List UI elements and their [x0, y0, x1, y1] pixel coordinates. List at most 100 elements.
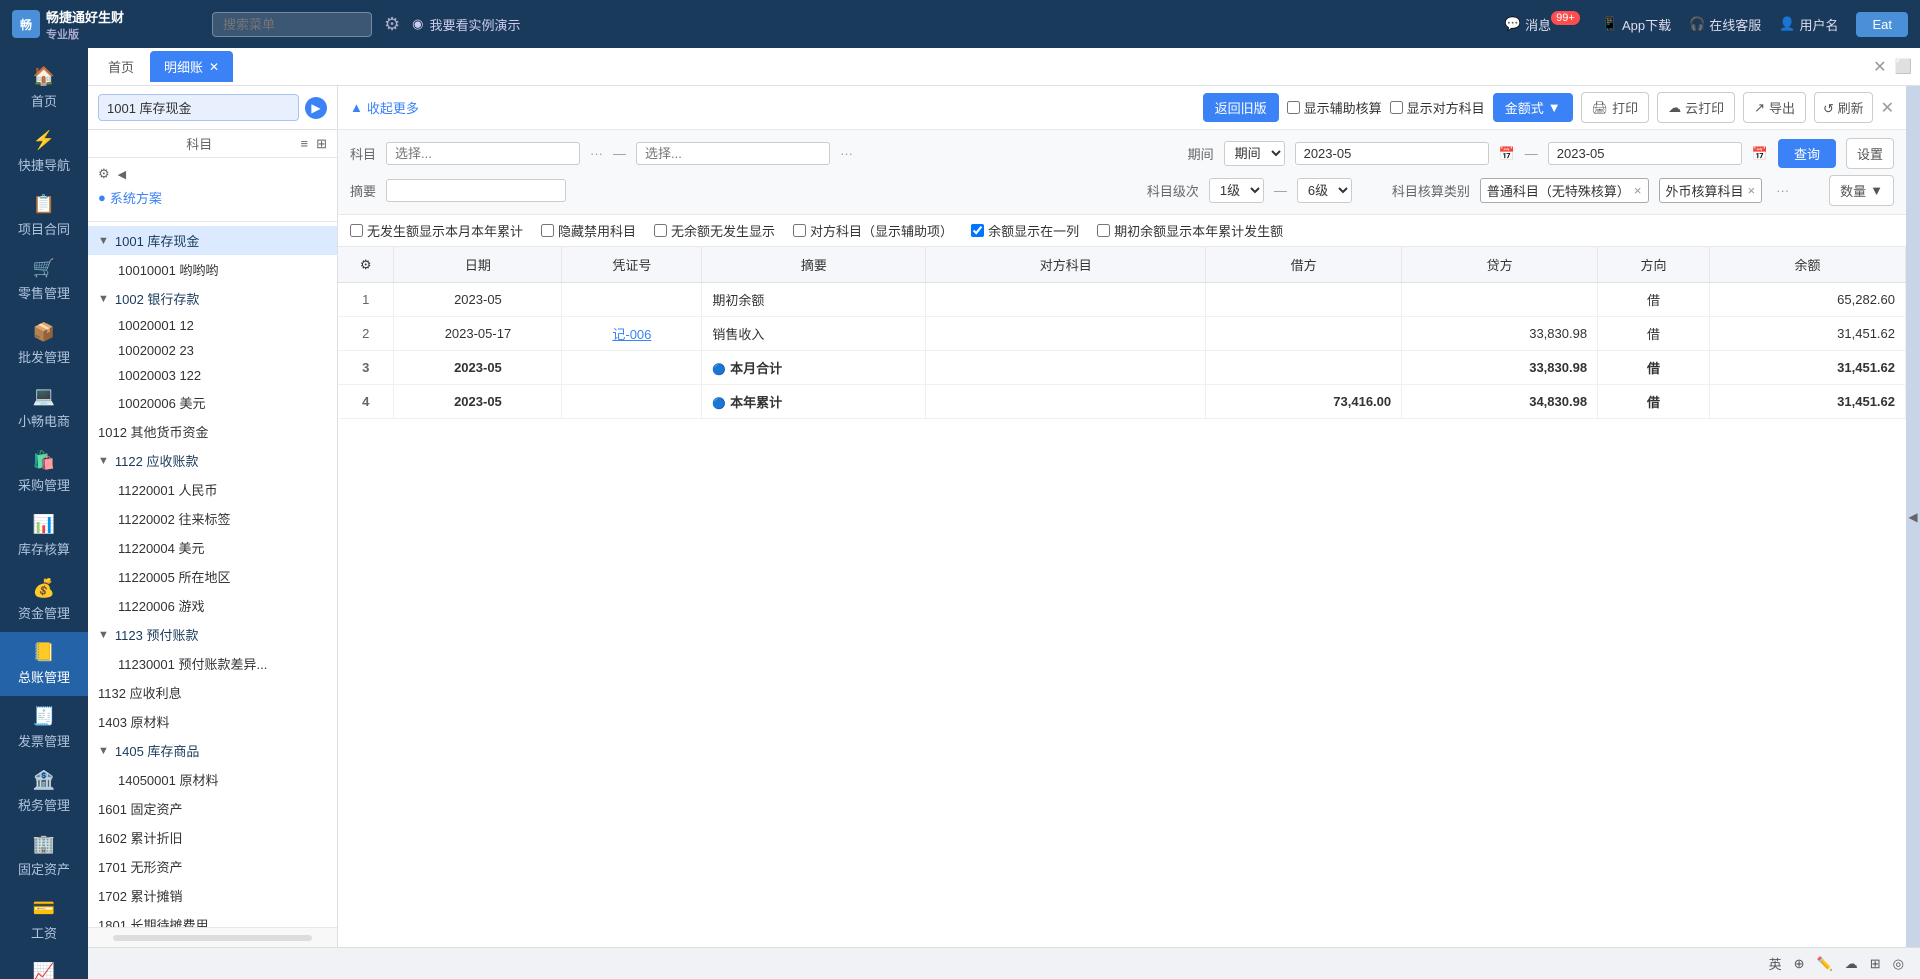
- sidebar-item-wholesale[interactable]: 📦 批发管理: [0, 312, 88, 376]
- cb-balance-one-col-input[interactable]: [971, 224, 984, 237]
- tree-item-14050001[interactable]: 14050001 原材料: [88, 765, 337, 794]
- sidebar-item-operation[interactable]: 📈 经营管理: [0, 952, 88, 979]
- collapse-icon[interactable]: ◀: [118, 168, 126, 181]
- expand-more-button[interactable]: ▲ 收起更多: [350, 98, 419, 117]
- sidebar-item-ledger[interactable]: 📒 总账管理: [0, 632, 88, 696]
- refresh-button[interactable]: ↺ 刷新: [1814, 92, 1873, 123]
- subject-more-icon-2[interactable]: ···: [840, 146, 853, 161]
- tree-item-1123[interactable]: ▼ 1123 预付账款: [88, 620, 337, 649]
- tree-item-1122[interactable]: ▼ 1122 应收账款: [88, 446, 337, 475]
- cb-balance-one-col[interactable]: 余额显示在一列: [971, 221, 1079, 240]
- cloud-print-button[interactable]: ☁ 云打印: [1657, 92, 1735, 123]
- cb-hide-disabled[interactable]: 隐藏禁用科目: [541, 221, 636, 240]
- level-from-select[interactable]: 1级: [1209, 178, 1264, 203]
- settings-icon[interactable]: ⚙: [384, 14, 400, 35]
- sidebar-item-finance[interactable]: 💰 资金管理: [0, 568, 88, 632]
- tree-item-11220005[interactable]: 11220005 所在地区: [88, 562, 337, 591]
- sidebar-item-purchase[interactable]: 🛍️ 采购管理: [0, 440, 88, 504]
- period-end-input[interactable]: [1548, 142, 1742, 165]
- tree-item-1801[interactable]: 1801 长期待摊费用: [88, 910, 337, 927]
- summary-filter-input[interactable]: [386, 179, 566, 202]
- tree-item-1403[interactable]: 1403 原材料: [88, 707, 337, 736]
- category-tag-foreign-close[interactable]: ×: [1748, 183, 1756, 198]
- subject-more-icon[interactable]: ···: [590, 146, 603, 161]
- app-download-item[interactable]: 📱 App下载: [1602, 15, 1671, 34]
- calendar-end-icon[interactable]: 📅: [1752, 146, 1768, 162]
- print-button[interactable]: 🖨 打印: [1581, 92, 1650, 123]
- cb-no-balance-input[interactable]: [654, 224, 667, 237]
- show-opposite-input[interactable]: [1390, 101, 1403, 114]
- tree-list-icon[interactable]: ≡: [300, 136, 308, 152]
- export-button[interactable]: ↗ 导出: [1743, 92, 1806, 123]
- bottom-circle[interactable]: ◎: [1893, 956, 1904, 972]
- cb-no-balance[interactable]: 无余额无发生显示: [654, 221, 775, 240]
- show-aux-checkbox[interactable]: 显示辅助核算: [1287, 98, 1382, 117]
- selected-account-display[interactable]: 1001 库存现金: [98, 94, 299, 121]
- tab-detail-ledger[interactable]: 明细账 ✕: [150, 51, 233, 82]
- tree-item-1002[interactable]: ▼ 1002 银行存款: [88, 284, 337, 313]
- tree-item-1012[interactable]: 1012 其他货币资金: [88, 417, 337, 446]
- back-old-version-button[interactable]: 返回旧版: [1203, 93, 1279, 122]
- sidebar-item-project[interactable]: 📋 项目合同: [0, 184, 88, 248]
- tree-item-1405[interactable]: ▼ 1405 库存商品: [88, 736, 337, 765]
- cb-opposite[interactable]: 对方科目（显示辅助项）: [793, 221, 953, 240]
- window-close-button[interactable]: ✕: [1873, 57, 1886, 77]
- system-scheme-label[interactable]: ● 系统方案: [98, 188, 327, 207]
- tab-close-button[interactable]: ✕: [209, 60, 219, 74]
- sidebar-item-ecommerce[interactable]: 💻 小畅电商: [0, 376, 88, 440]
- close-panel-button[interactable]: ✕: [1881, 98, 1894, 118]
- online-service-item[interactable]: 🎧 在线客服: [1689, 15, 1761, 34]
- tree-expand-icon[interactable]: ⊞: [316, 136, 327, 152]
- tree-item-10010001[interactable]: 10010001 哟哟哟: [88, 255, 337, 284]
- bottom-cloud[interactable]: ☁: [1845, 956, 1858, 972]
- tree-item-11220001[interactable]: 11220001 人民币: [88, 475, 337, 504]
- search-menu-input[interactable]: [212, 12, 372, 37]
- category-tag-normal-close[interactable]: ×: [1634, 183, 1642, 198]
- sidebar-item-assets[interactable]: 🏢 固定资产: [0, 824, 88, 888]
- eat-button[interactable]: Eat: [1856, 12, 1908, 37]
- bottom-add[interactable]: ⊕: [1794, 956, 1805, 972]
- cb-opposite-input[interactable]: [793, 224, 806, 237]
- window-maximize-button[interactable]: ⬜: [1895, 58, 1912, 75]
- bottom-language[interactable]: 英: [1769, 954, 1782, 973]
- quantity-button[interactable]: 数量 ▼: [1829, 175, 1894, 206]
- cb-no-amount-input[interactable]: [350, 224, 363, 237]
- sidebar-item-tax[interactable]: 🏦 税务管理: [0, 760, 88, 824]
- tree-item-11220002[interactable]: 11220002 往来标签: [88, 504, 337, 533]
- demo-link[interactable]: ◉ 我要看实例演示: [412, 15, 520, 34]
- sidebar-item-invoice[interactable]: 🧾 发票管理: [0, 696, 88, 760]
- tree-item-1132[interactable]: 1132 应收利息: [88, 678, 337, 707]
- tree-item-11220004[interactable]: 11220004 美元: [88, 533, 337, 562]
- user-avatar[interactable]: 👤 用户名: [1779, 15, 1838, 34]
- subject-filter-input-2[interactable]: [636, 142, 830, 165]
- tree-item-1601[interactable]: 1601 固定资产: [88, 794, 337, 823]
- tree-item-10020002[interactable]: 10020002 23: [88, 338, 337, 363]
- bottom-grid[interactable]: ⊞: [1870, 956, 1881, 972]
- amount-style-button[interactable]: 金额式 ▼: [1493, 93, 1573, 122]
- tree-item-11230001[interactable]: 11230001 预付账款差异...: [88, 649, 337, 678]
- cb-no-amount[interactable]: 无发生额显示本月本年累计: [350, 221, 523, 240]
- tree-item-1602[interactable]: 1602 累计折旧: [88, 823, 337, 852]
- category-more-icon[interactable]: ···: [1776, 183, 1789, 198]
- cb-opening-input[interactable]: [1097, 224, 1110, 237]
- period-type-select[interactable]: 期间: [1224, 141, 1285, 166]
- tree-item-11220006[interactable]: 11220006 游戏: [88, 591, 337, 620]
- cb-opening[interactable]: 期初余额显示本年累计发生额: [1097, 221, 1283, 240]
- scheme-settings-icon[interactable]: ⚙: [98, 166, 110, 182]
- show-opposite-checkbox[interactable]: 显示对方科目: [1390, 98, 1485, 117]
- tree-item-1001[interactable]: ▼ 1001 库存现金: [88, 226, 337, 255]
- setting-button[interactable]: 设置: [1846, 138, 1894, 169]
- sidebar-item-home[interactable]: 🏠 首页: [0, 56, 88, 120]
- message-item[interactable]: 💬 消息 99+: [1505, 15, 1584, 34]
- sidebar-item-retail[interactable]: 🛒 零售管理: [0, 248, 88, 312]
- period-start-input[interactable]: [1295, 142, 1489, 165]
- right-collapse-handle[interactable]: ◀: [1906, 86, 1920, 947]
- navigate-arrow-button[interactable]: ▶: [305, 97, 327, 119]
- tree-item-10020001[interactable]: 10020001 12: [88, 313, 337, 338]
- tree-item-1701[interactable]: 1701 无形资产: [88, 852, 337, 881]
- tab-home[interactable]: 首页: [96, 51, 146, 82]
- calendar-start-icon[interactable]: 📅: [1499, 146, 1515, 162]
- th-settings[interactable]: ⚙: [338, 247, 394, 283]
- query-button[interactable]: 查询: [1778, 139, 1836, 168]
- sidebar-item-salary[interactable]: 💳 工资: [0, 888, 88, 952]
